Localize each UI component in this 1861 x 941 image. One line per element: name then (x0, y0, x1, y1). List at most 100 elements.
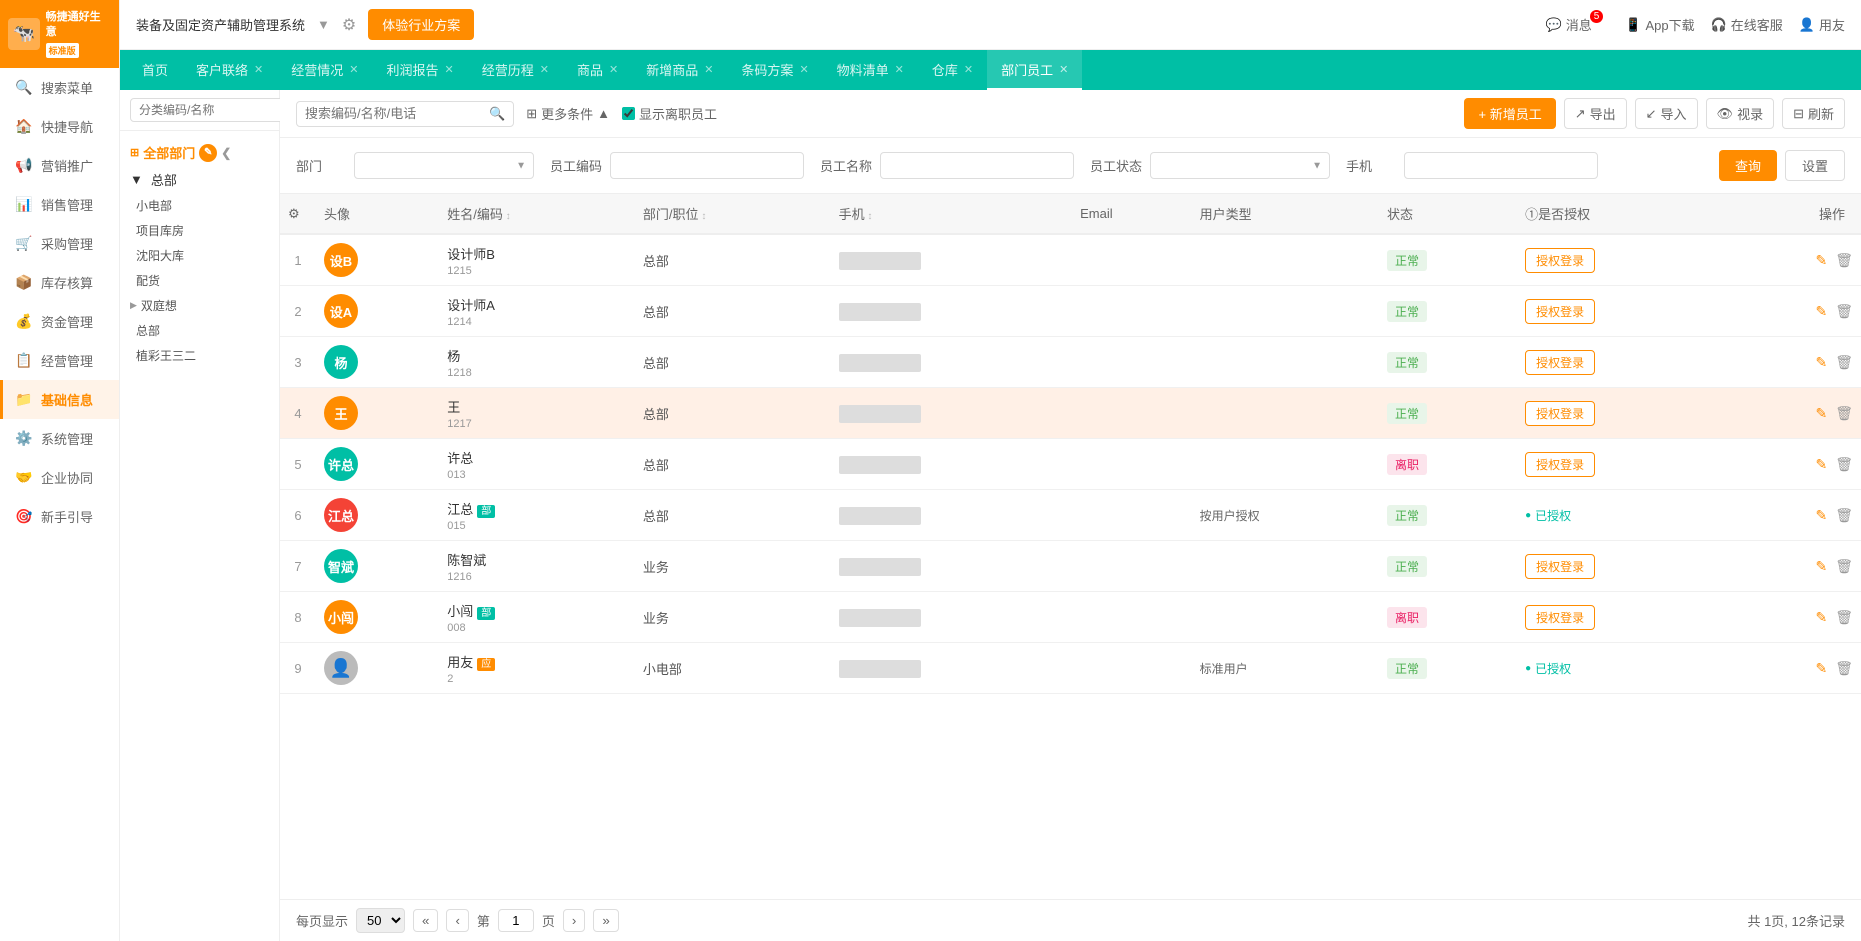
dept-item-shenyang[interactable]: 沈阳大库 (120, 243, 279, 268)
trial-button[interactable]: 体验行业方案 (368, 9, 474, 40)
sidebar-item-collab[interactable]: 🤝 企业协同 (0, 458, 119, 497)
first-page-button[interactable]: « (413, 909, 438, 932)
cell-auth[interactable]: 授权登录 (1517, 337, 1729, 388)
dept-root[interactable]: ▼ 总部 (120, 166, 279, 193)
tab-home[interactable]: 首页 (128, 50, 182, 90)
edit-button[interactable]: ✎ (1815, 252, 1827, 269)
close-icon[interactable]: ✕ (1059, 63, 1068, 76)
tab-barcode[interactable]: 条码方案 ✕ (727, 50, 822, 90)
col-dept[interactable]: 部门/职位 (635, 194, 831, 234)
cell-auth[interactable]: 授权登录 (1517, 234, 1729, 286)
delete-button[interactable]: 🗑 (1835, 660, 1853, 677)
dept-item-xiaodian[interactable]: 小电部 (120, 193, 279, 218)
tab-profit[interactable]: 利润报告 ✕ (372, 50, 467, 90)
dept-item-xmfang[interactable]: 项目库房 (120, 218, 279, 243)
sidebar-item-operations[interactable]: 📋 经营管理 (0, 341, 119, 380)
tab-operations[interactable]: 经营情况 ✕ (277, 50, 372, 90)
edit-button[interactable]: ✎ (1815, 405, 1827, 422)
emp-code-input[interactable] (610, 152, 804, 179)
delete-button[interactable]: 🗑 (1835, 507, 1853, 524)
dept-search-input[interactable] (130, 98, 303, 122)
reset-button[interactable]: 设置 (1785, 150, 1845, 181)
close-icon[interactable]: ✕ (895, 63, 904, 76)
next-page-button[interactable]: › (563, 909, 585, 932)
delete-button[interactable]: 🗑 (1835, 558, 1853, 575)
user-avatar[interactable]: 👤 用友 (1799, 15, 1845, 34)
sidebar-item-marketing[interactable]: 📢 营销推广 (0, 146, 119, 185)
close-icon[interactable]: ✕ (349, 63, 358, 76)
last-page-button[interactable]: » (593, 909, 618, 932)
tab-warehouse[interactable]: 仓库 ✕ (918, 50, 987, 90)
delete-button[interactable]: 🗑 (1835, 252, 1853, 269)
auth-login-button[interactable]: 授权登录 (1525, 605, 1595, 630)
search-icon[interactable]: 🔍 (489, 106, 505, 122)
import-button[interactable]: ↙ 导入 (1635, 98, 1698, 129)
close-icon[interactable]: ✕ (254, 63, 263, 76)
edit-columns-button[interactable]: ⊟ 刷新 (1782, 98, 1845, 129)
sidebar-item-purchase[interactable]: 🛒 采购管理 (0, 224, 119, 263)
view-button[interactable]: 👁 视录 (1706, 98, 1775, 129)
search-input[interactable] (305, 106, 485, 121)
online-service-button[interactable]: 🎧 在线客服 (1711, 15, 1783, 34)
page-input[interactable] (498, 909, 534, 932)
sidebar-item-guide[interactable]: 🎯 新手引导 (0, 497, 119, 536)
dept-item-zongbu2[interactable]: 总部 (120, 318, 279, 343)
cell-auth[interactable]: 授权登录 (1517, 541, 1729, 592)
dept-item-peihuo[interactable]: 配货 (120, 268, 279, 293)
auth-login-button[interactable]: 授权登录 (1525, 554, 1595, 579)
dept-select[interactable] (354, 152, 534, 179)
tab-staff[interactable]: 部门员工 ✕ (987, 50, 1082, 90)
delete-button[interactable]: 🗑 (1835, 354, 1853, 371)
edit-button[interactable]: ✎ (1815, 303, 1827, 320)
edit-button[interactable]: ✎ (1815, 558, 1827, 575)
auth-login-button[interactable]: 授权登录 (1525, 299, 1595, 324)
tab-goods[interactable]: 商品 ✕ (563, 50, 632, 90)
collapse-button[interactable]: ❮ (221, 146, 231, 160)
app-download-button[interactable]: 📱 App下载 (1625, 15, 1694, 34)
cell-auth[interactable]: 已授权 (1517, 490, 1729, 541)
close-icon[interactable]: ✕ (540, 63, 549, 76)
dept-item-guzhi[interactable]: 植彩王三二 (120, 343, 279, 368)
delete-button[interactable]: 🗑 (1835, 303, 1853, 320)
close-icon[interactable]: ✕ (964, 63, 973, 76)
add-employee-button[interactable]: + 新增员工 (1464, 98, 1555, 129)
edit-button[interactable]: ✎ (1815, 354, 1827, 371)
query-button[interactable]: 查询 (1719, 150, 1777, 181)
sidebar-item-sales[interactable]: 📊 销售管理 (0, 185, 119, 224)
cell-auth[interactable]: 授权登录 (1517, 286, 1729, 337)
sidebar-item-finance[interactable]: 💰 资金管理 (0, 302, 119, 341)
auth-login-button[interactable]: 授权登录 (1525, 350, 1595, 375)
edit-button[interactable]: ✎ (1815, 609, 1827, 626)
cell-auth[interactable]: 授权登录 (1517, 439, 1729, 490)
settings-icon[interactable]: ⚙ (342, 15, 356, 35)
sidebar-item-system[interactable]: ⚙️ 系统管理 (0, 419, 119, 458)
delete-button[interactable]: 🗑 (1835, 456, 1853, 473)
edit-button[interactable]: ✎ (1815, 507, 1827, 524)
auth-login-button[interactable]: 授权登录 (1525, 248, 1595, 273)
close-icon[interactable]: ✕ (799, 63, 808, 76)
export-button[interactable]: ↗ 导出 (1564, 98, 1627, 129)
sidebar-item-quicknav[interactable]: 🏠 快捷导航 (0, 107, 119, 146)
auth-login-button[interactable]: 授权登录 (1525, 401, 1595, 426)
tab-materials[interactable]: 物料清单 ✕ (823, 50, 918, 90)
tab-addgoods[interactable]: 新增商品 ✕ (632, 50, 727, 90)
close-icon[interactable]: ✕ (704, 63, 713, 76)
tab-customers[interactable]: 客户联络 ✕ (182, 50, 277, 90)
prev-page-button[interactable]: ‹ (446, 909, 468, 932)
delete-button[interactable]: 🗑 (1835, 405, 1853, 422)
more-filters-button[interactable]: ⊞ 更多条件 ▲ (526, 104, 610, 123)
cell-auth[interactable]: 授权登录 (1517, 388, 1729, 439)
edit-button[interactable]: ✎ (1815, 456, 1827, 473)
auth-login-button[interactable]: 授权登录 (1525, 452, 1595, 477)
all-departments-header[interactable]: ⊞ 全部部门 ✎ ❮ (120, 139, 279, 166)
delete-button[interactable]: 🗑 (1835, 609, 1853, 626)
emp-name-input[interactable] (880, 152, 1074, 179)
phone-input[interactable] (1404, 152, 1598, 179)
cell-auth[interactable]: 授权登录 (1517, 592, 1729, 643)
sidebar-item-basic[interactable]: 📁 基础信息 (0, 380, 119, 419)
sidebar-item-search[interactable]: 🔍 搜索菜单 (0, 68, 119, 107)
message-button[interactable]: 💬 消息 5 (1546, 15, 1610, 34)
dept-edit-button[interactable]: ✎ (199, 144, 217, 162)
col-settings[interactable]: ⚙ (280, 194, 316, 234)
sidebar-item-inventory[interactable]: 📦 库存核算 (0, 263, 119, 302)
